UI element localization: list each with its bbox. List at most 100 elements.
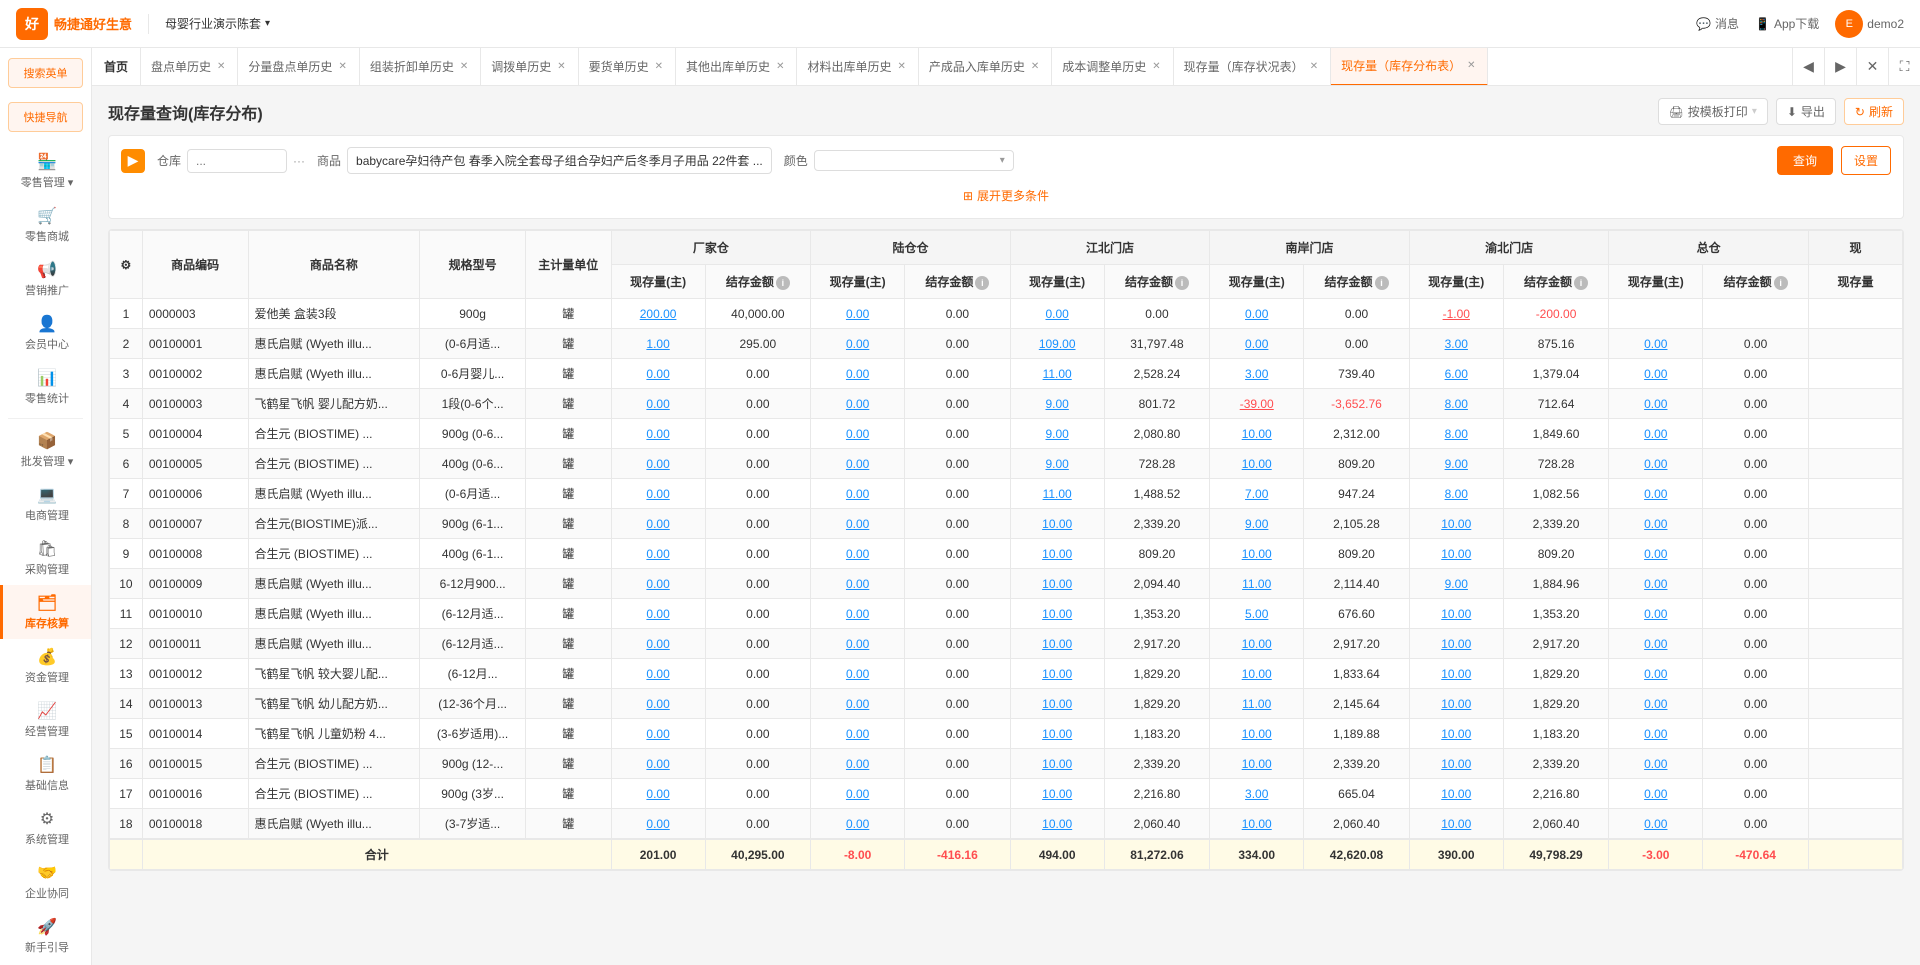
header-actions: 🖨 按模板打印 ▾ ⬇ 导出 ↻ 刷新 [1658, 98, 1904, 125]
sidebar-item-enterprise[interactable]: 🤝 企业协同 [0, 855, 91, 909]
tab-productsin[interactable]: 产成品入库单历史 ✕ [919, 48, 1052, 86]
tab-close-productsin[interactable]: ✕ [1029, 60, 1041, 73]
col-group-zong: 总仓 [1609, 231, 1809, 265]
tab-materialout[interactable]: 材料出库单历史 ✕ [797, 48, 918, 86]
filter-collapse-btn[interactable]: ▶ [121, 149, 145, 173]
col-group-changjiancang: 厂家仓 [611, 231, 811, 265]
info-icon-zongjie[interactable]: i [1774, 276, 1788, 290]
filter-row: ▶ 仓库 ··· 商品 babycare孕妇待产包 春季入院全套母子组合孕妇产后… [121, 146, 1891, 175]
tab-prev-btn[interactable]: ◀ [1792, 48, 1824, 86]
tab-close-all-btn[interactable]: ✕ [1856, 48, 1888, 86]
tab-requisition[interactable]: 要货单历史 ✕ [579, 48, 676, 86]
settings-btn[interactable]: 设置 [1841, 146, 1891, 175]
sidebar-item-retail-mgmt[interactable]: 🏪 零售管理 ▾ [0, 144, 91, 198]
sidebar-label-inventory: 库存核算 [25, 618, 69, 630]
quick-nav-btn[interactable]: 快捷导航 [8, 102, 83, 132]
system-icon: ⚙ [7, 809, 87, 829]
sidebar-item-operations[interactable]: 📈 经营管理 [0, 693, 91, 747]
sidebar-item-guide[interactable]: 🚀 新手引导 [0, 909, 91, 963]
expand-more-btn[interactable]: ⊞ 展开更多条件 [955, 183, 1057, 208]
tab-close-stockstatus[interactable]: ✕ [1308, 60, 1320, 73]
table-row: 1200100011惠氏启赋 (Wyeth illu...(6-12月适...罐… [110, 629, 1903, 659]
tab-partialcount[interactable]: 分量盘点单历史 ✕ [238, 48, 359, 86]
col-subheader-yubjie: 结存金额i [1503, 265, 1609, 299]
info-icon-jiangjie[interactable]: i [1175, 276, 1189, 290]
sidebar-item-finance[interactable]: 💰 资金管理 [0, 639, 91, 693]
info-icon-changjie[interactable]: i [776, 276, 790, 290]
tab-stockdist[interactable]: 现存量（库存分布表） ✕ [1331, 48, 1488, 86]
tab-otherout[interactable]: 其他出库单历史 ✕ [676, 48, 797, 86]
tab-label-requisition: 要货单历史 [589, 58, 649, 75]
tab-next-btn[interactable]: ▶ [1824, 48, 1856, 86]
refresh-label: 刷新 [1869, 103, 1893, 120]
sidebar-label-retail-stats: 零售统计 [25, 393, 69, 405]
table-row: 1100100010惠氏启赋 (Wyeth illu...(6-12月适...罐… [110, 599, 1903, 629]
info-icon-yubjie[interactable]: i [1574, 276, 1588, 290]
search-english-btn[interactable]: 搜索英单 [8, 58, 83, 88]
operations-icon: 📈 [7, 701, 87, 721]
filter-color-input[interactable]: ▾ [814, 150, 1014, 171]
table-row: 10000003爱他美 盒装3段900g罐200.0040,000.000.00… [110, 299, 1903, 329]
tab-stockcount[interactable]: 盘点单历史 ✕ [141, 48, 238, 86]
tab-close-costadjust[interactable]: ✕ [1150, 60, 1162, 73]
marketing-icon: 📢 [7, 260, 87, 280]
sidebar-item-purchase[interactable]: 🛍 采购管理 [0, 531, 91, 585]
basic-info-icon: 📋 [7, 755, 87, 775]
tab-stockstatus[interactable]: 现存量（库存状况表） ✕ [1174, 48, 1331, 86]
retail-shop-icon: 🛒 [7, 206, 87, 226]
filter-color-item: 颜色 ▾ [784, 150, 1014, 171]
table-row: 800100007合生元(BIOSTIME)派...900g (6-1...罐0… [110, 509, 1903, 539]
filter-product-box[interactable]: babycare孕妇待产包 春季入院全套母子组合孕妇产后冬季月子用品 22件套 … [347, 147, 772, 174]
tab-fullscreen-btn[interactable]: ⛶ [1888, 48, 1920, 86]
info-icon-nanjie[interactable]: i [1375, 276, 1389, 290]
col-header-spec: 规格型号 [420, 231, 526, 299]
print-btn[interactable]: 🖨 按模板打印 ▾ [1658, 98, 1768, 125]
sidebar-item-wholesale[interactable]: 📦 批发管理 ▾ [0, 423, 91, 477]
sidebar-item-ecommerce[interactable]: 💻 电商管理 [0, 477, 91, 531]
sidebar-item-retail-stats[interactable]: 📊 零售统计 [0, 360, 91, 414]
tab-home[interactable]: 首页 [92, 48, 141, 86]
filter-warehouse-input[interactable] [187, 149, 287, 173]
info-icon-lujie[interactable]: i [975, 276, 989, 290]
query-btn[interactable]: 查询 [1777, 146, 1833, 175]
chevron-down-icon: ▾ [265, 18, 270, 29]
tab-label-assembledismantle: 组装折卸单历史 [370, 58, 454, 75]
sidebar-item-member[interactable]: 👤 会员中心 [0, 306, 91, 360]
sidebar-item-basic-info[interactable]: 📋 基础信息 [0, 747, 91, 801]
user-profile-btn[interactable]: E demo2 [1835, 10, 1904, 38]
tab-costadjust[interactable]: 成本调整单历史 ✕ [1052, 48, 1173, 86]
logo-area: 好 畅捷通好生意 [16, 8, 132, 40]
tab-close-assembledismantle[interactable]: ✕ [458, 60, 470, 73]
guide-icon: 🚀 [7, 917, 87, 937]
export-btn[interactable]: ⬇ 导出 [1776, 98, 1836, 125]
tab-close-stockdist[interactable]: ✕ [1465, 59, 1477, 72]
table-row: 600100005合生元 (BIOSTIME) ...400g (0-6...罐… [110, 449, 1903, 479]
tab-close-transfer[interactable]: ✕ [555, 60, 567, 73]
refresh-btn[interactable]: ↻ 刷新 [1844, 98, 1904, 125]
table-row: 1300100012飞鹤星飞帆 较大婴儿配...(6-12月...罐0.000.… [110, 659, 1903, 689]
table-row: 1800100018惠氏启赋 (Wyeth illu...(3-7岁适...罐0… [110, 809, 1903, 840]
sidebar-item-system[interactable]: ⚙ 系统管理 [0, 801, 91, 855]
sidebar-item-inventory[interactable]: 🗂 库存核算 [0, 585, 91, 639]
tab-close-otherout[interactable]: ✕ [774, 60, 786, 73]
purchase-icon: 🛍 [7, 539, 87, 559]
tab-transfer[interactable]: 调拨单历史 ✕ [481, 48, 578, 86]
sidebar-item-marketing[interactable]: 📢 营销推广 [0, 252, 91, 306]
tab-close-materialout[interactable]: ✕ [895, 60, 907, 73]
sidebar-label-finance: 资金管理 [25, 672, 69, 684]
message-btn[interactable]: 💬 消息 [1696, 15, 1739, 32]
col-group-current: 现 [1808, 231, 1902, 265]
sidebar-item-retail-shop[interactable]: 🛒 零售商城 [0, 198, 91, 252]
tab-assembledismantle[interactable]: 组装折卸单历史 ✕ [360, 48, 481, 86]
store-selector[interactable]: 母婴行业演示陈套 ▾ [165, 15, 270, 32]
col-header-name: 商品名称 [248, 231, 420, 299]
sidebar-label-marketing: 营销推广 [25, 285, 69, 297]
tab-close-requisition[interactable]: ✕ [653, 60, 665, 73]
col-settings[interactable]: ⚙ [110, 231, 143, 299]
col-subheader-zongjie: 结存金额i [1703, 265, 1809, 299]
inventory-table: ⚙ 商品编码 商品名称 规格型号 主计量单位 厂家仓 陆仓仓 江北门店 南岸门店… [109, 230, 1903, 870]
tab-close-partialcount[interactable]: ✕ [336, 60, 348, 73]
filter-area: ▶ 仓库 ··· 商品 babycare孕妇待产包 春季入院全套母子组合孕妇产后… [108, 135, 1904, 219]
app-download-btn[interactable]: 📱 App下载 [1755, 15, 1819, 32]
tab-close-stockcount[interactable]: ✕ [215, 60, 227, 73]
